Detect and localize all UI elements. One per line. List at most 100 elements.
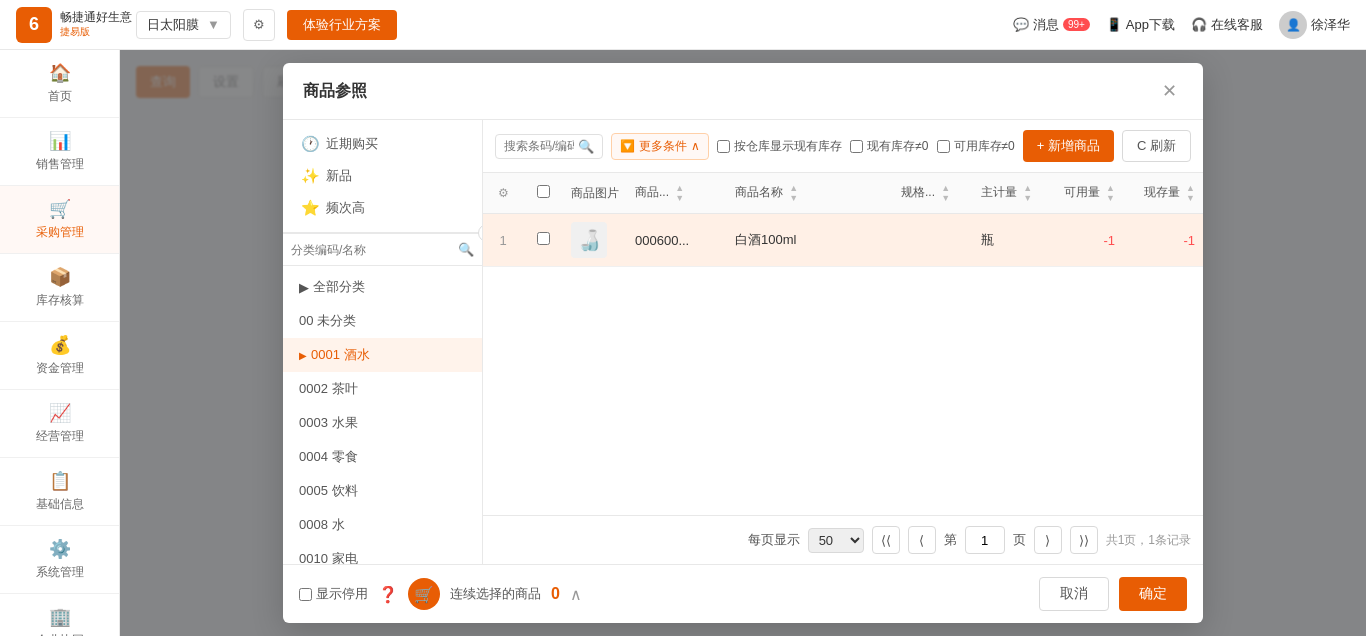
row-spec [893, 214, 973, 267]
category-item-0003[interactable]: 0003 水果 [283, 406, 482, 440]
sidebar-label-basic: 基础信息 [36, 496, 84, 513]
col-spec[interactable]: 规格... ▲▼ [893, 173, 973, 214]
sidebar-item-inventory[interactable]: 📦 库存核算 [0, 254, 119, 322]
category-tri-0001: ▶ [299, 350, 307, 361]
toolbar-right: + 新增商品 C 刷新 [1023, 130, 1191, 162]
modal-body: 🕐 近期购买 ✨ 新品 ⭐ 频次高 [283, 120, 1203, 564]
per-page-select[interactable]: 50 100 [808, 528, 864, 553]
confirm-button[interactable]: 确定 [1119, 577, 1187, 611]
category-search-input[interactable] [291, 243, 454, 257]
checkbox-stock-ne0[interactable]: 现有库存≠0 [850, 138, 928, 155]
page-input[interactable] [965, 526, 1005, 554]
frequent-icon: ⭐ [301, 199, 320, 217]
trial-button[interactable]: 体验行业方案 [287, 10, 397, 40]
message-item[interactable]: 💬 消息 99+ [1013, 16, 1090, 34]
sidebar-item-finance[interactable]: 💰 资金管理 [0, 322, 119, 390]
checkbox-stock-ne0-input[interactable] [850, 140, 863, 153]
footer-left: 显示停用 ❓ 🛒 连续选择的商品 0 ∧ [299, 578, 1029, 610]
message-label: 消息 [1033, 16, 1059, 34]
category-arrow-all: ▶ [299, 280, 309, 295]
tab-recent[interactable]: 🕐 近期购买 [291, 128, 474, 160]
col-checkbox [523, 173, 563, 214]
store-selector[interactable]: 日太阳膜 ▼ [136, 11, 231, 39]
service-item[interactable]: 🎧 在线客服 [1191, 16, 1263, 34]
prev-page-button[interactable]: ⟨ [908, 526, 936, 554]
main-layout: 🏠 首页 📊 销售管理 🛒 采购管理 📦 库存核算 💰 资金管理 📈 经营管理 … [0, 50, 1366, 636]
category-item-0005[interactable]: 0005 饮料 [283, 474, 482, 508]
col-code[interactable]: 商品... ▲▼ [627, 173, 727, 214]
category-list: ▶ 全部分类 00 未分类 ▶ 0001 酒水 0002 茶 [283, 266, 482, 564]
category-item-00[interactable]: 00 未分类 [283, 304, 482, 338]
sidebar-item-enterprise[interactable]: 🏢 企业协同 [0, 594, 119, 636]
message-icon: 💬 [1013, 17, 1029, 32]
help-icon[interactable]: ❓ [378, 585, 398, 604]
row-checkbox-cell[interactable] [523, 214, 563, 267]
sidebar-label-finance: 资金管理 [36, 360, 84, 377]
tab-frequent-label: 频次高 [326, 199, 365, 217]
finance-icon: 💰 [49, 334, 71, 356]
cancel-button[interactable]: 取消 [1039, 577, 1109, 611]
sidebar-item-basic[interactable]: 📋 基础信息 [0, 458, 119, 526]
sidebar-item-purchase[interactable]: 🛒 采购管理 [0, 186, 119, 254]
tab-new[interactable]: ✨ 新品 [291, 160, 474, 192]
cart-button[interactable]: 🛒 [408, 578, 440, 610]
sales-icon: 📊 [49, 130, 71, 152]
sidebar-label-sales: 销售管理 [36, 156, 84, 173]
cart-count: 0 [551, 585, 560, 603]
checkbox-avail-ne0[interactable]: 可用库存≠0 [937, 138, 1015, 155]
sidebar-item-sales[interactable]: 📊 销售管理 [0, 118, 119, 186]
show-disabled-input[interactable] [299, 588, 312, 601]
select-all-checkbox[interactable] [537, 185, 550, 198]
show-disabled-checkbox[interactable]: 显示停用 [299, 585, 368, 603]
category-search-icon[interactable]: 🔍 [458, 242, 474, 257]
footer-right: 取消 确定 [1039, 577, 1187, 611]
sidebar-label-business: 经营管理 [36, 428, 84, 445]
refresh-button[interactable]: C 刷新 [1122, 130, 1191, 162]
settings-icon[interactable]: ⚙ [243, 9, 275, 41]
first-page-button[interactable]: ⟨⟨ [872, 526, 900, 554]
sidebar-item-system[interactable]: ⚙️ 系统管理 [0, 526, 119, 594]
product-table: ⚙ 商品图片 商品... ▲▼ [483, 173, 1203, 267]
sidebar-item-home[interactable]: 🏠 首页 [0, 50, 119, 118]
row-checkbox[interactable] [537, 232, 550, 245]
search-icon: 🔍 [578, 139, 594, 154]
category-label-0003: 0003 水果 [299, 414, 358, 432]
sidebar-label-home: 首页 [48, 88, 72, 105]
product-search-input[interactable] [504, 139, 574, 153]
checkbox-warehouse[interactable]: 按仓库显示现有库存 [717, 138, 842, 155]
user-item[interactable]: 👤 徐泽华 [1279, 11, 1350, 39]
headset-icon: 🎧 [1191, 17, 1207, 32]
modal-close-button[interactable]: ✕ [1155, 77, 1183, 105]
col-stock[interactable]: 现存量 ▲▼ [1123, 173, 1203, 214]
filter-button[interactable]: 🔽 更多条件 ∧ [611, 133, 709, 160]
checkbox-avail-ne0-input[interactable] [937, 140, 950, 153]
table-row[interactable]: 1 🍶 000600... 白酒100ml 瓶 -1 -1 [483, 214, 1203, 267]
checkbox-warehouse-input[interactable] [717, 140, 730, 153]
category-item-0004[interactable]: 0004 零食 [283, 440, 482, 474]
category-label-00: 00 未分类 [299, 312, 356, 330]
category-item-0008[interactable]: 0008 水 [283, 508, 482, 542]
col-unit[interactable]: 主计量 ▲▼ [973, 173, 1043, 214]
collapse-footer-icon[interactable]: ∧ [570, 585, 582, 604]
category-item-0001[interactable]: ▶ 0001 酒水 [283, 338, 482, 372]
last-page-button[interactable]: ⟩⟩ [1070, 526, 1098, 554]
category-label-all: 全部分类 [313, 278, 365, 296]
category-item-0002[interactable]: 0002 茶叶 [283, 372, 482, 406]
app-download-item[interactable]: 📱 App下载 [1106, 16, 1175, 34]
col-avail[interactable]: 可用量 ▲▼ [1043, 173, 1123, 214]
sidebar-item-business[interactable]: 📈 经营管理 [0, 390, 119, 458]
logo-area: 6 畅捷通好生意 捷易版 [16, 7, 136, 43]
add-product-button[interactable]: + 新增商品 [1023, 130, 1114, 162]
store-name: 日太阳膜 [147, 16, 199, 34]
page-label2: 页 [1013, 531, 1026, 549]
category-item-0010[interactable]: 0010 家电 [283, 542, 482, 564]
category-item-all[interactable]: ▶ 全部分类 [283, 270, 482, 304]
tab-frequent[interactable]: ⭐ 频次高 [291, 192, 474, 224]
nav-right-area: 💬 消息 99+ 📱 App下载 🎧 在线客服 👤 徐泽华 [1013, 11, 1350, 39]
service-label: 在线客服 [1211, 16, 1263, 34]
next-page-button[interactable]: ⟩ [1034, 526, 1062, 554]
top-navigation: 6 畅捷通好生意 捷易版 日太阳膜 ▼ ⚙ 体验行业方案 💬 消息 99+ 📱 … [0, 0, 1366, 50]
message-badge: 99+ [1063, 18, 1090, 31]
col-name[interactable]: 商品名称 ▲▼ [727, 173, 893, 214]
user-name: 徐泽华 [1311, 16, 1350, 34]
